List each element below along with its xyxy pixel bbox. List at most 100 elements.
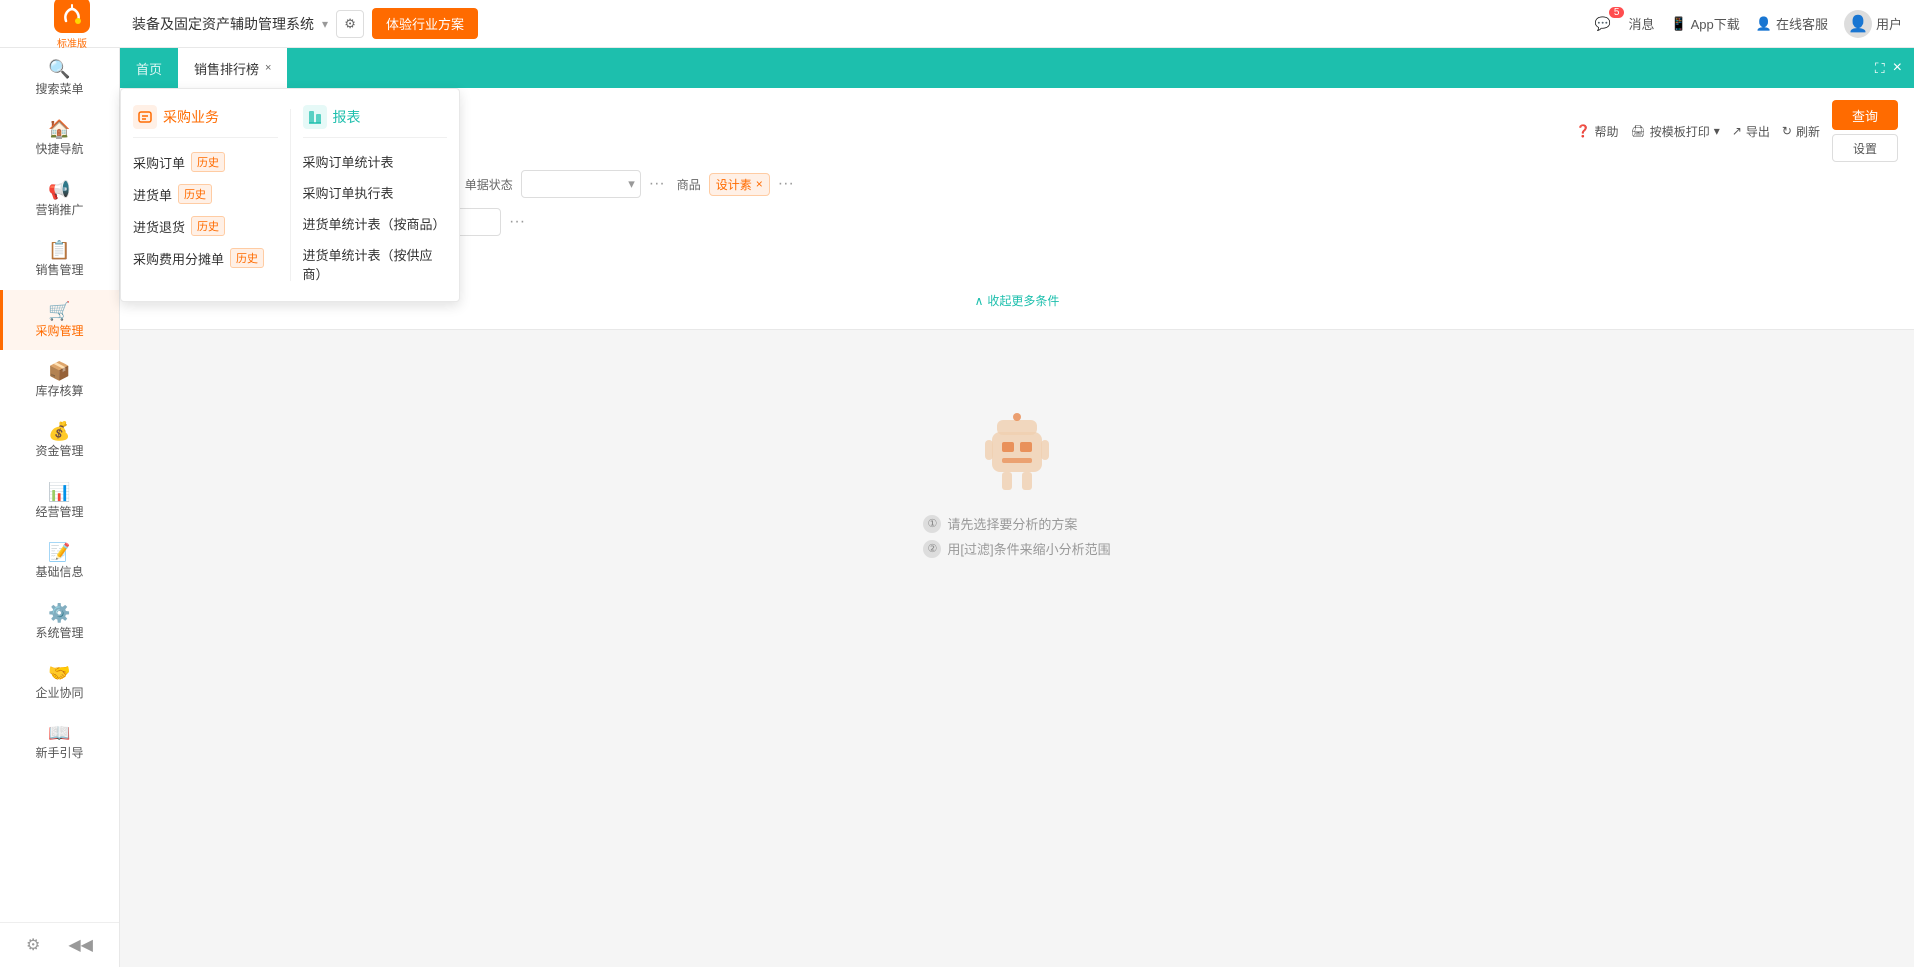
salesman-dots[interactable]: ··· [509,213,525,231]
print-btn[interactable]: 🖨 按模板打印 ▾ [1631,123,1720,140]
purchase-col-header: 采购业务 [133,101,278,138]
report-receipt-goods-label: 进货单统计表（按商品） [303,214,446,233]
tab-home-label: 首页 [136,59,162,78]
sidebar-guide-label: 新手引导 [35,746,83,760]
sidebar-item-system[interactable]: ⚙️ 系统管理 [0,592,119,652]
user-btn[interactable]: 👤 用户 [1844,10,1902,38]
dropdown-item-report-receipt-goods[interactable]: 进货单统计表（按商品） [303,208,448,239]
sidebar-item-search[interactable]: 🔍 搜索菜单 [0,48,119,108]
sidebar-basic-label: 基础信息 [35,565,83,579]
refresh-btn[interactable]: ↻ 刷新 [1782,123,1820,140]
action-buttons: 查询 设置 [1832,100,1898,162]
purchase-receipt-label: 进货单 [133,185,172,204]
logo-area: 标准版 [12,0,132,50]
sidebar-quicknav-label: 快捷导航 [35,142,83,156]
sidebar-item-collab[interactable]: 🤝 企业协同 [0,652,119,712]
hint-num-1: ① [923,515,941,533]
settings-button[interactable]: 设置 [1832,134,1898,162]
collapse-sidebar-icon[interactable]: ◀◀ [68,935,93,955]
sidebar-bottom: ⚙ ◀◀ [0,922,119,967]
print-icon: 🖨 [1631,124,1646,138]
sidebar-item-operation[interactable]: 📊 经营管理 [0,471,119,531]
sidebar-item-finance[interactable]: 💰 资金管理 [0,410,119,470]
help-icon: ❓ [1576,124,1591,138]
inventory-icon: 📦 [48,362,70,380]
sidebar-collab-label: 企业协同 [35,686,83,700]
export-label: 导出 [1746,123,1770,140]
tab-bar: 首页 销售排行榜 × ⛶ × [120,48,1914,88]
report-receipt-supplier-label: 进货单统计表（按供应商） [303,245,448,283]
service-icon: 👤 [1756,16,1772,32]
sidebar-item-sales[interactable]: 📋 销售管理 [0,229,119,289]
purchase-expense-label: 采购费用分摊单 [133,249,224,268]
online-service-label: 在线客服 [1776,14,1828,33]
goods-tag-close-icon[interactable]: × [756,177,763,191]
operation-icon: 📊 [48,483,70,501]
search-menu-icon: 🔍 [48,60,70,78]
app-download-btn[interactable]: 📱 App下载 [1670,14,1739,33]
hint-text-1: 请先选择要分析的方案 [947,514,1077,533]
doc-status-dots[interactable]: ··· [649,175,665,193]
user-avatar: 👤 [1844,10,1872,38]
dropdown-item-report-order-stats[interactable]: 采购订单统计表 [303,146,448,177]
dropdown-item-report-order-exec[interactable]: 采购订单执行表 [303,177,448,208]
goods-dots[interactable]: ··· [778,175,794,193]
purchase-return-label: 进货退货 [133,217,185,236]
sidebar-item-inventory[interactable]: 📦 库存核算 [0,350,119,410]
report-order-exec-label: 采购订单执行表 [303,183,394,202]
top-bar: 标准版 装备及固定资产辅助管理系统 ▾ ⚙ 体验行业方案 💬 5 消息 📱 Ap… [0,0,1914,48]
online-service-btn[interactable]: 👤 在线客服 [1756,14,1828,33]
sidebar-item-quicknav[interactable]: 🏠 快捷导航 [0,108,119,168]
guide-icon: 📖 [48,724,70,742]
empty-state: ① 请先选择要分析的方案 ② 用[过滤]条件来缩小分析范围 [120,330,1914,630]
message-icon: 💬 [1595,16,1611,32]
sidebar-sales-label: 销售管理 [35,263,83,277]
query-button[interactable]: 查询 [1832,100,1898,130]
purchase-col-icon [133,105,157,129]
top-bar-center: 装备及固定资产辅助管理系统 ▾ ⚙ 体验行业方案 [132,8,1595,39]
tab-sales-ranking[interactable]: 销售排行榜 × [178,48,287,88]
message-badge: 5 [1609,7,1625,18]
doc-status-select[interactable] [521,170,641,198]
sidebar-item-marketing[interactable]: 📢 营销推广 [0,169,119,229]
settings-bottom-icon[interactable]: ⚙ [26,935,40,955]
export-btn[interactable]: ↗ 导出 [1732,123,1770,140]
empty-hints: ① 请先选择要分析的方案 ② 用[过滤]条件来缩小分析范围 [923,514,1110,558]
maximize-icon[interactable]: ⛶ [1875,60,1885,77]
goods-label: 商品 [677,176,701,193]
basic-icon: 📝 [48,543,70,561]
app-download-label: App下载 [1691,14,1740,33]
sidebar-item-guide[interactable]: 📖 新手引导 [0,712,119,772]
goods-tag: 设计素 × [709,173,770,196]
hint-item-2: ② 用[过滤]条件来缩小分析范围 [923,539,1110,558]
dropdown-item-purchase-receipt[interactable]: 进货单 历史 [133,178,278,210]
dropdown-arrow-icon[interactable]: ▾ [322,17,328,31]
dropdown-item-purchase-return[interactable]: 进货退货 历史 [133,210,278,242]
dropdown-item-report-receipt-supplier[interactable]: 进货单统计表（按供应商） [303,239,448,289]
sidebar-search-label: 搜索菜单 [35,82,83,96]
system-title: 装备及固定资产辅助管理系统 [132,14,314,34]
empty-illustration [967,402,1067,502]
industry-btn[interactable]: 体验行业方案 [372,8,478,39]
home-icon: 🏠 [48,120,70,138]
report-order-stats-label: 采购订单统计表 [303,152,394,171]
history-tag-3: 历史 [191,216,225,236]
sidebar-marketing-label: 营销推广 [35,203,83,217]
tab-close-icon[interactable]: × [265,62,271,74]
settings-icon[interactable]: ⚙ [336,10,364,38]
sidebar-item-purchase[interactable]: 🛒 采购管理 [0,290,119,350]
tab-home[interactable]: 首页 [120,48,178,88]
report-col-header: 报表 [303,101,448,138]
refresh-label: 刷新 [1796,123,1820,140]
sidebar-item-basic[interactable]: 📝 基础信息 [0,531,119,591]
message-btn[interactable]: 💬 5 消息 [1595,14,1655,33]
dropdown-item-purchase-order[interactable]: 采购订单 历史 [133,146,278,178]
collab-icon: 🤝 [48,664,70,682]
user-label: 用户 [1876,14,1902,33]
purchase-icon: 🛒 [48,302,70,320]
doc-status-filter: 单据状态 ▾ ··· [465,170,665,198]
dropdown-item-purchase-expense[interactable]: 采购费用分摊单 历史 [133,242,278,274]
sidebar: 🔍 搜索菜单 🏠 快捷导航 📢 营销推广 📋 销售管理 🛒 采购管理 📦 库存核… [0,48,120,967]
help-btn[interactable]: ❓ 帮助 [1576,123,1619,140]
close-all-icon[interactable]: × [1893,59,1902,77]
